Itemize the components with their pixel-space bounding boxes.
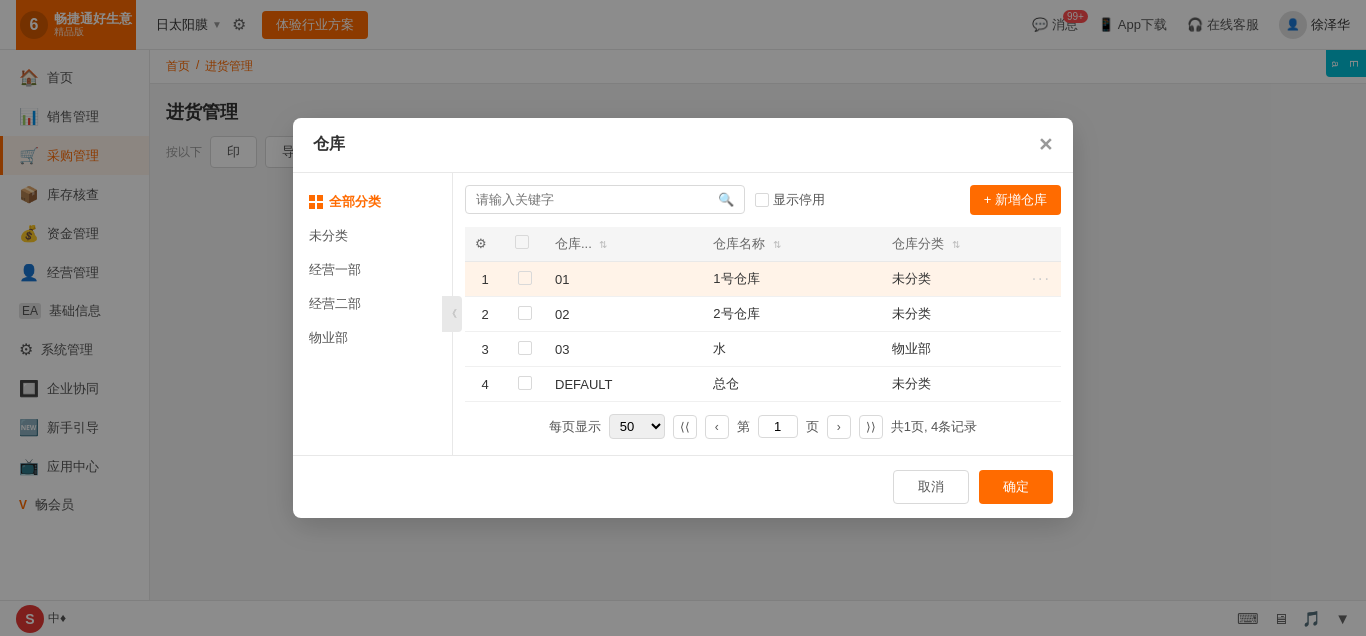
dialog-close-btn[interactable]: ✕ (1038, 134, 1053, 156)
last-page-btn[interactable]: ⟩⟩ (859, 415, 883, 439)
row-category-2: 物业部 (882, 332, 1061, 367)
dialog-body: 全部分类 未分类 经营一部 经营二部 物业部 《 🔍 (293, 173, 1073, 456)
page-size-select[interactable]: 50 100 200 (609, 414, 665, 439)
row-code-3: DEFAULT (545, 367, 703, 402)
cancel-btn[interactable]: 取消 (893, 470, 969, 504)
category-collapse-btn[interactable]: 《 (442, 296, 462, 332)
category-item-ops1[interactable]: 经营一部 (293, 253, 452, 287)
next-page-btn[interactable]: › (827, 415, 851, 439)
warehouse-table: ⚙ 仓库... ⇅ 仓库名称 (465, 227, 1061, 403)
row-checkbox-2[interactable] (505, 332, 545, 367)
svg-rect-0 (309, 195, 315, 201)
show-disabled-toggle[interactable]: 显示停用 (755, 191, 825, 209)
show-disabled-checkbox[interactable] (755, 193, 769, 207)
row-category-3: 未分类 (882, 367, 1061, 402)
table-header: ⚙ 仓库... ⇅ 仓库名称 (465, 227, 1061, 262)
row-more-btn[interactable]: ··· (1032, 270, 1051, 288)
row-code-2: 03 (545, 332, 703, 367)
row-name-2: 水 (703, 332, 882, 367)
table-body: 1 01 1号仓库 未分类 ··· 2 02 2号仓库 未分类 3 03 水 物… (465, 261, 1061, 402)
row-num-3: 4 (465, 367, 505, 402)
category-item-property[interactable]: 物业部 (293, 321, 452, 355)
category-item-unclassified[interactable]: 未分类 (293, 219, 452, 253)
row-name-3: 总仓 (703, 367, 882, 402)
row-category-1: 未分类 (882, 297, 1061, 332)
row-num-1: 2 (465, 297, 505, 332)
select-all-checkbox[interactable] (515, 235, 529, 249)
prev-page-btn[interactable]: ‹ (705, 415, 729, 439)
row-code-1: 02 (545, 297, 703, 332)
first-page-btn[interactable]: ⟨⟨ (673, 415, 697, 439)
page-input[interactable] (758, 415, 798, 438)
row-code-0: 01 (545, 261, 703, 297)
add-warehouse-btn[interactable]: + 新增仓库 (970, 185, 1061, 215)
table-scroll-area: ⚙ 仓库... ⇅ 仓库名称 (465, 227, 1061, 403)
table-row[interactable]: 1 01 1号仓库 未分类 ··· (465, 261, 1061, 297)
row-num-0: 1 (465, 261, 505, 297)
dialog-header: 仓库 ✕ (293, 118, 1073, 173)
row-num-2: 3 (465, 332, 505, 367)
warehouse-dialog: 仓库 ✕ 全部分类 未分类 经营一部 经营二部 物业部 (293, 118, 1073, 519)
table-row[interactable]: 3 03 水 物业部 (465, 332, 1061, 367)
svg-rect-2 (309, 203, 315, 209)
search-input-wrapper: 🔍 (465, 185, 745, 214)
sort-cat-icon: ⇅ (952, 239, 960, 250)
dialog-overlay: 仓库 ✕ 全部分类 未分类 经营一部 经营二部 物业部 (0, 0, 1366, 636)
search-input[interactable] (476, 192, 712, 207)
pagination: 每页显示 50 100 200 ⟨⟨ ‹ 第 页 › ⟩⟩ 共1页, 4条记录 (465, 402, 1061, 443)
gear-icon: ⚙ (475, 236, 487, 251)
table-header-row: ⚙ 仓库... ⇅ 仓库名称 (465, 227, 1061, 262)
category-panel: 全部分类 未分类 经营一部 经营二部 物业部 《 (293, 173, 453, 456)
svg-rect-3 (317, 203, 323, 209)
table-toolbar: 🔍 显示停用 + 新增仓库 (465, 185, 1061, 215)
grid-icon (309, 195, 323, 209)
confirm-btn[interactable]: 确定 (979, 470, 1053, 504)
dialog-title: 仓库 (313, 134, 345, 155)
search-icon[interactable]: 🔍 (718, 192, 734, 207)
col-header-gear: ⚙ (465, 227, 505, 262)
table-panel: 🔍 显示停用 + 新增仓库 ⚙ (453, 173, 1073, 456)
sort-name-icon: ⇅ (773, 239, 781, 250)
all-category-item[interactable]: 全部分类 (293, 185, 452, 219)
row-name-1: 2号仓库 (703, 297, 882, 332)
row-name-0: 1号仓库 (703, 261, 882, 297)
table-row[interactable]: 2 02 2号仓库 未分类 (465, 297, 1061, 332)
row-category-0: 未分类 ··· (882, 262, 1061, 297)
dialog-footer: 取消 确定 (293, 455, 1073, 518)
row-checkbox-0[interactable] (505, 261, 545, 297)
table-row[interactable]: 4 DEFAULT 总仓 未分类 (465, 367, 1061, 402)
category-item-ops2[interactable]: 经营二部 (293, 287, 452, 321)
row-checkbox-3[interactable] (505, 367, 545, 402)
row-checkbox-1[interactable] (505, 297, 545, 332)
col-header-code: 仓库... ⇅ (545, 227, 703, 262)
col-header-category: 仓库分类 ⇅ (882, 227, 1061, 262)
col-header-checkbox (505, 227, 545, 262)
svg-rect-1 (317, 195, 323, 201)
sort-code-icon: ⇅ (599, 239, 607, 250)
col-header-name: 仓库名称 ⇅ (703, 227, 882, 262)
